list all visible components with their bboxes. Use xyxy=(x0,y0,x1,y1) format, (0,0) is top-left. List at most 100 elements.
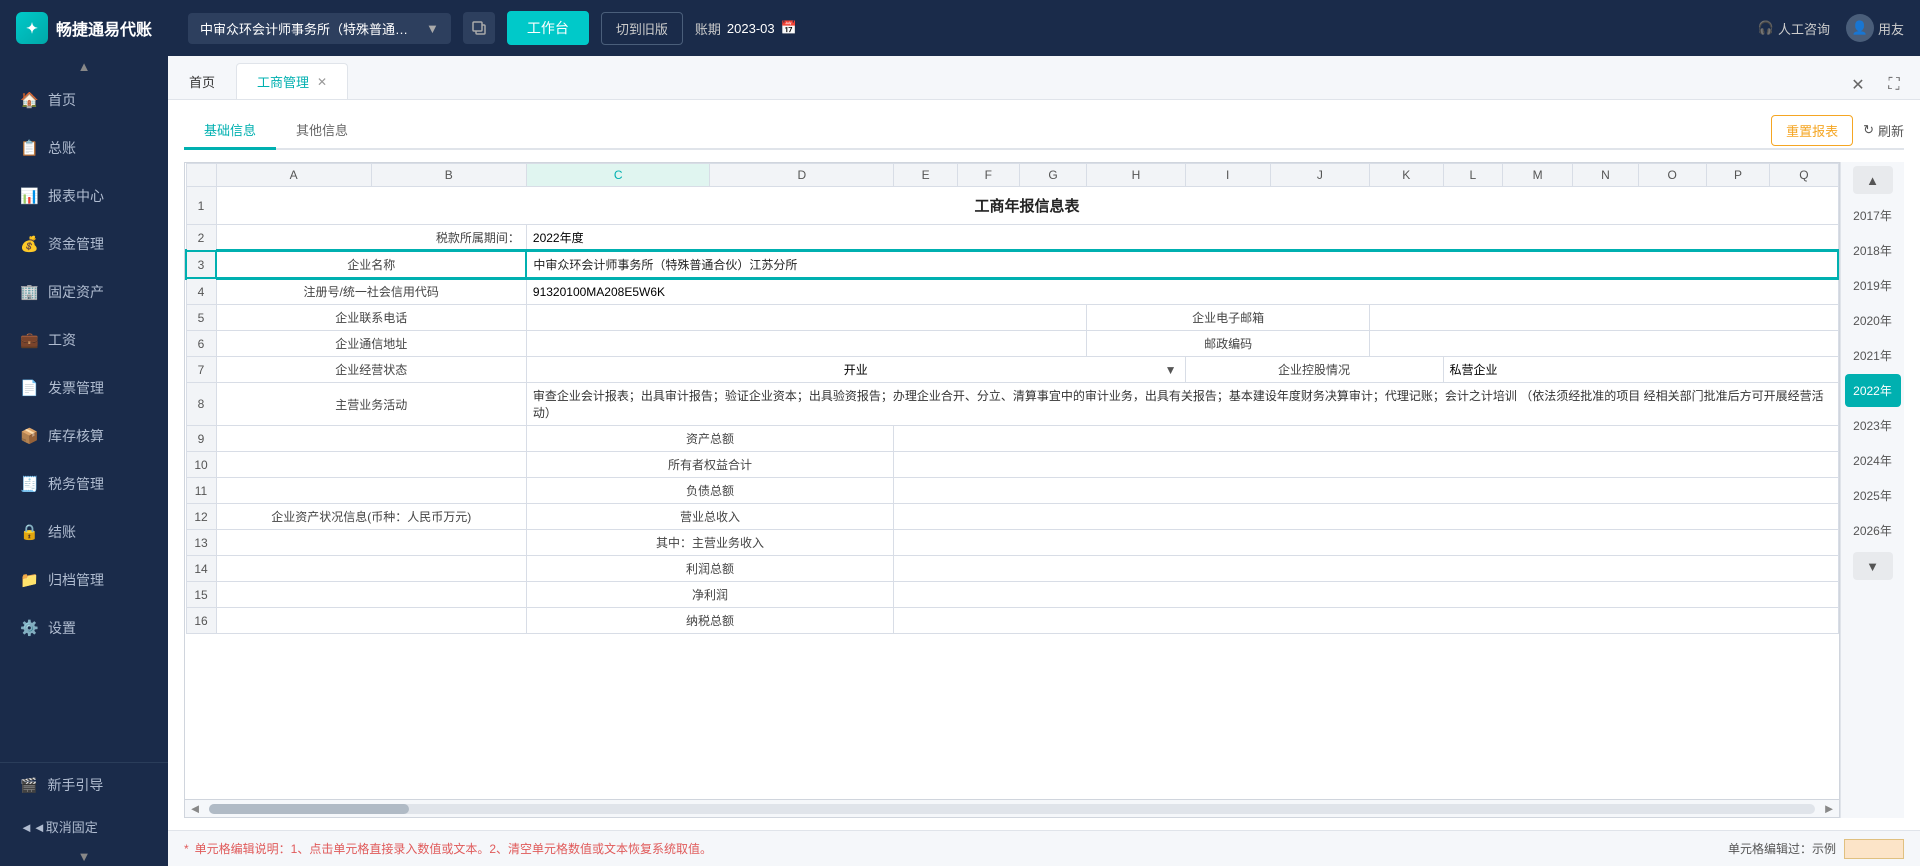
tab-industry[interactable]: 工商管理 ✕ xyxy=(236,63,348,99)
sidebar-item-salary[interactable]: 💼 工资 xyxy=(0,316,168,364)
sidebar-scroll-up[interactable]: ▲ xyxy=(0,56,168,76)
reset-report-button[interactable]: 重置报表 xyxy=(1771,115,1853,146)
close-panel-button[interactable]: ✕ xyxy=(1844,71,1872,99)
year-item-2022[interactable]: 2022年 xyxy=(1845,374,1901,407)
year-nav-down-button[interactable]: ▼ xyxy=(1853,552,1893,580)
sub-tab-basic-label: 基础信息 xyxy=(204,123,256,138)
year-item-2019[interactable]: 2019年 xyxy=(1845,269,1901,302)
row9-value[interactable] xyxy=(894,426,1838,452)
sidebar-item-archive[interactable]: 📁 归档管理 xyxy=(0,556,168,604)
workbench-button[interactable]: 工作台 xyxy=(507,11,589,45)
sidebar-item-home[interactable]: 🏠 首页 xyxy=(0,76,168,124)
table-row: 13 其中：主营业务收入 xyxy=(186,530,1838,556)
user-area[interactable]: 👤 用友 xyxy=(1846,14,1904,42)
sub-tab-other[interactable]: 其他信息 xyxy=(276,112,368,150)
row13-value[interactable] xyxy=(894,530,1838,556)
guide-icon: 🎬 xyxy=(20,777,37,794)
col-header-k: K xyxy=(1369,164,1443,187)
refresh-button[interactable]: ↻ 刷新 xyxy=(1863,121,1904,140)
scroll-track[interactable] xyxy=(209,804,1815,814)
row15-value[interactable] xyxy=(894,582,1838,608)
row10-value[interactable] xyxy=(894,452,1838,478)
tab-home[interactable]: 首页 xyxy=(168,63,236,99)
row11-value[interactable] xyxy=(894,478,1838,504)
period-area: 账期 2023-03 📅 xyxy=(695,19,797,38)
row3-label[interactable]: 企业名称 xyxy=(216,251,526,278)
col-header-f: F xyxy=(957,164,1019,187)
year-item-2017[interactable]: 2017年 xyxy=(1845,199,1901,232)
col-header-q: Q xyxy=(1770,164,1838,187)
year-item-2018[interactable]: 2018年 xyxy=(1845,234,1901,267)
col-header-m: M xyxy=(1503,164,1573,187)
row7-status[interactable]: 开业 ▼ xyxy=(526,357,1185,383)
table-row: 14 利润总额 xyxy=(186,556,1838,582)
year-item-2026[interactable]: 2026年 xyxy=(1845,514,1901,547)
col-header-n: N xyxy=(1573,164,1639,187)
row7-control-value[interactable]: 私营企业 xyxy=(1443,357,1838,383)
row12-value[interactable] xyxy=(894,504,1838,530)
scroll-thumb[interactable] xyxy=(209,804,409,814)
row14-label: 利润总额 xyxy=(526,556,893,582)
row3-value[interactable]: 中审众环会计师事务所（特殊普通合伙）江苏分所 xyxy=(526,251,1838,278)
scroll-left-button[interactable]: ◄ xyxy=(185,801,205,816)
row5-email[interactable] xyxy=(1369,305,1838,331)
sidebar-item-invoice[interactable]: 📄 发票管理 xyxy=(0,364,168,412)
period-label: 账期 xyxy=(695,19,721,38)
col-header-h: H xyxy=(1087,164,1185,187)
row16-label: 纳税总额 xyxy=(526,608,893,634)
row2-value[interactable]: 2022年度 xyxy=(526,225,1838,252)
sidebar-item-stock[interactable]: 📦 库存核算 xyxy=(0,412,168,460)
finance-icon: 💰 xyxy=(20,235,38,253)
row12-label: 营业总收入 xyxy=(526,504,893,530)
table-row: 6 企业通信地址 邮政编码 xyxy=(186,331,1838,357)
spreadsheet-scroll-container[interactable]: A B C D E F G H I J xyxy=(185,163,1839,799)
sidebar-item-fixed[interactable]: 🏢 固定资产 xyxy=(0,268,168,316)
year-item-2023[interactable]: 2023年 xyxy=(1845,409,1901,442)
scroll-right-button[interactable]: ► xyxy=(1819,801,1839,816)
row6-zip[interactable] xyxy=(1369,331,1838,357)
row6-address[interactable] xyxy=(526,331,1087,357)
col-header-row: A B C D E F G H I J xyxy=(186,164,1838,187)
sidebar-scroll-down[interactable]: ▼ xyxy=(0,846,168,866)
year-item-2024[interactable]: 2024年 xyxy=(1845,444,1901,477)
horizontal-scrollbar[interactable]: ◄ ► xyxy=(185,799,1839,817)
sidebar-item-ledger[interactable]: 📋 总账 xyxy=(0,124,168,172)
new-guide-button[interactable]: 🎬 新手引导 xyxy=(0,763,168,807)
row13-label: 其中：主营业务收入 xyxy=(526,530,893,556)
dropdown-arrow-icon: ▼ xyxy=(1165,363,1177,377)
row14-value[interactable] xyxy=(894,556,1838,582)
sub-tab-basic[interactable]: 基础信息 xyxy=(184,112,276,150)
row8-label: 主营业务活动 xyxy=(216,383,526,426)
copy-icon-button[interactable] xyxy=(463,12,495,44)
new-guide-label: 新手引导 xyxy=(47,775,103,795)
settings-icon: ⚙️ xyxy=(20,619,38,637)
calendar-icon[interactable]: 📅 xyxy=(781,20,797,36)
expand-panel-button[interactable]: ⛶ xyxy=(1880,71,1908,99)
switch-old-button[interactable]: 切到旧版 xyxy=(601,12,683,45)
row4-value[interactable]: 91320100MA208E5W6K xyxy=(526,278,1838,305)
table-row: 4 注册号/统一社会信用代码 91320100MA208E5W6K xyxy=(186,278,1838,305)
cancel-fix-button[interactable]: ◄◄取消固定 xyxy=(0,807,168,846)
sidebar-item-report[interactable]: 📊 报表中心 xyxy=(0,172,168,220)
tab-close-icon[interactable]: ✕ xyxy=(317,75,327,89)
ai-consult-button[interactable]: 🎧 人工咨询 xyxy=(1758,19,1830,38)
sidebar-item-finance[interactable]: 💰 资金管理 xyxy=(0,220,168,268)
company-selector[interactable]: 中审众环会计师事务所（特殊普通合伙... ▼ xyxy=(188,13,451,44)
sidebar-item-tax[interactable]: 🧾 税务管理 xyxy=(0,460,168,508)
year-item-2025[interactable]: 2025年 xyxy=(1845,479,1901,512)
content-area: 首页 工商管理 ✕ ✕ ⛶ 基础信息 其他信息 xyxy=(168,56,1920,866)
row8-value[interactable]: 审查企业会计报表；出具审计报告；验证企业资本；出具验资报告；办理企业合开、分立、… xyxy=(526,383,1838,426)
row5-phone[interactable] xyxy=(526,305,1087,331)
row9-label: 资产总额 xyxy=(526,426,893,452)
table-row: 16 纳税总额 xyxy=(186,608,1838,634)
row2-label: 税款所属期间： xyxy=(216,225,526,252)
title-cell[interactable]: 工商年报信息表 xyxy=(216,187,1838,225)
logo-icon: ✦ xyxy=(16,12,48,44)
row16-value[interactable] xyxy=(894,608,1838,634)
row-num-14: 14 xyxy=(186,556,216,582)
sidebar-item-close-account[interactable]: 🔒 结账 xyxy=(0,508,168,556)
sidebar-item-settings[interactable]: ⚙️ 设置 xyxy=(0,604,168,652)
year-nav-up-button[interactable]: ▲ xyxy=(1853,166,1893,194)
year-item-2021[interactable]: 2021年 xyxy=(1845,339,1901,372)
year-item-2020[interactable]: 2020年 xyxy=(1845,304,1901,337)
